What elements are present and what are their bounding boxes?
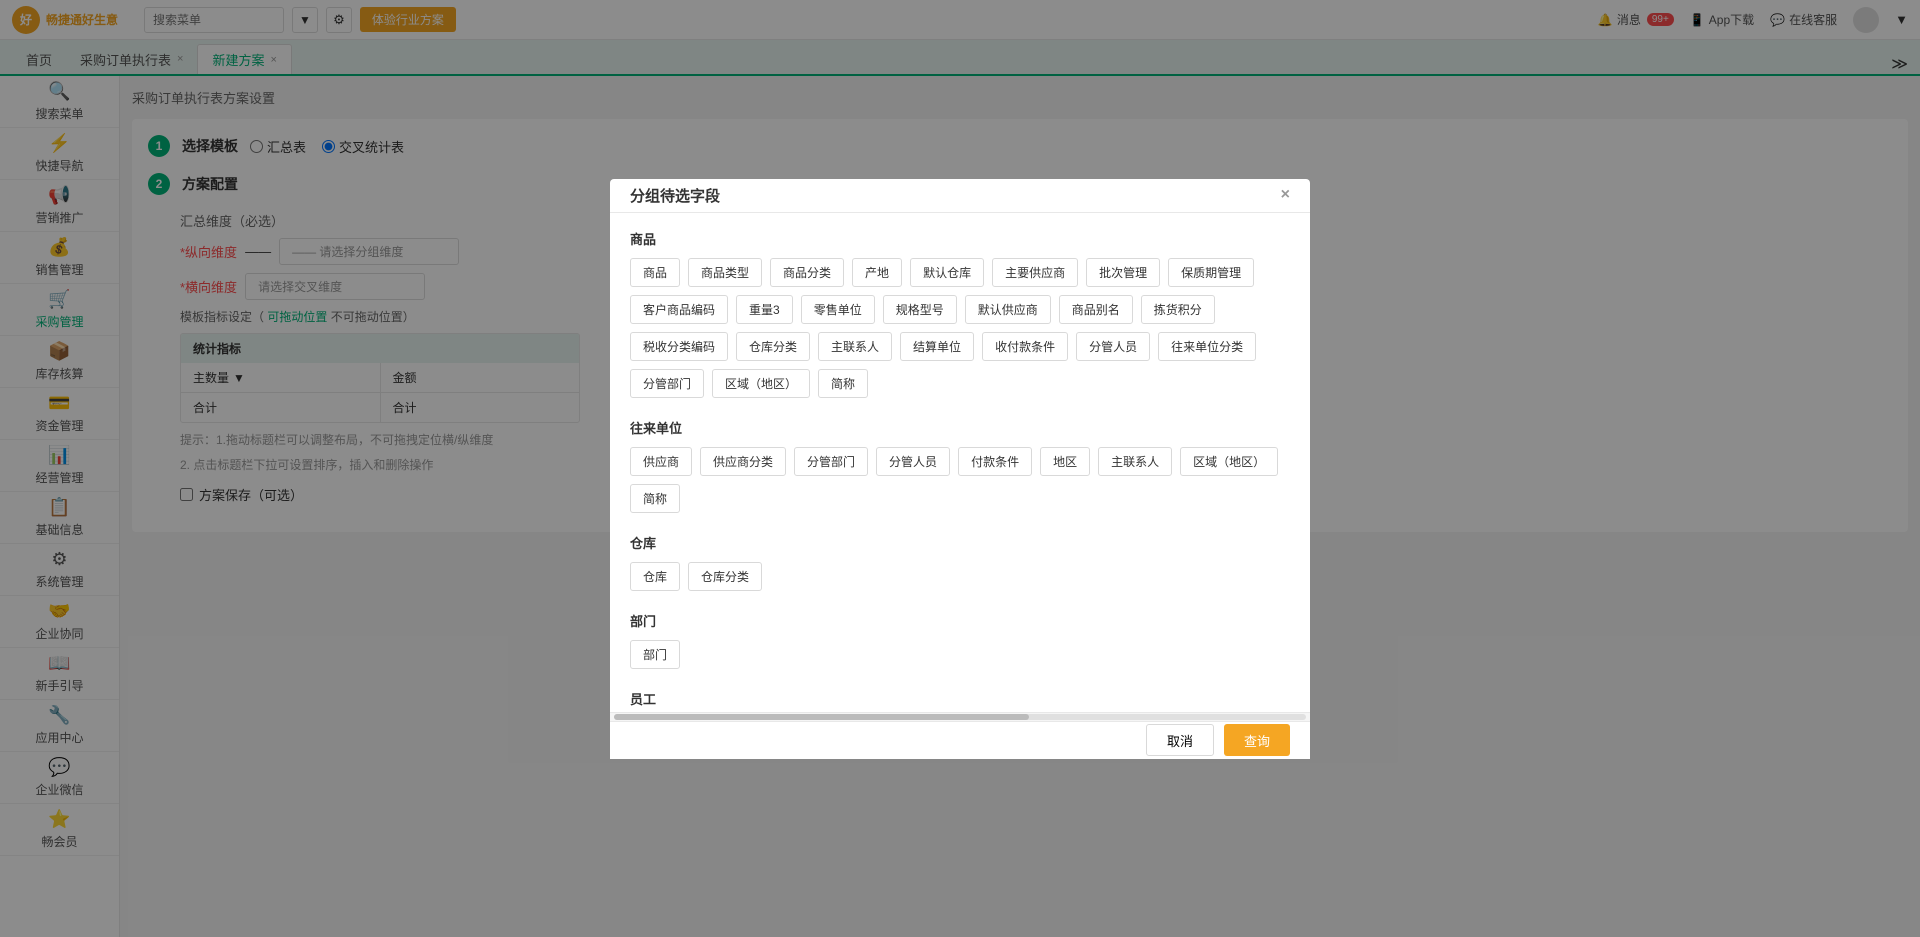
hscroll-track xyxy=(614,714,1306,720)
field-tag[interactable]: 收付款条件 xyxy=(982,332,1068,361)
warehouse-fields: 仓库 仓库分类 xyxy=(630,562,1290,591)
field-tag[interactable]: 零售单位 xyxy=(801,295,875,324)
field-tag[interactable]: 默认供应商 xyxy=(965,295,1051,324)
section-warehouse-title: 仓库 xyxy=(630,533,1290,552)
modal-body[interactable]: 商品 商品 商品类型 商品分类 产地 默认仓库 主要供应商 批次管理 保质期管理… xyxy=(610,213,1310,712)
field-tag[interactable]: 简称 xyxy=(818,369,868,398)
field-tag[interactable]: 地区 xyxy=(1040,447,1090,476)
cancel-button[interactable]: 取消 xyxy=(1146,724,1214,756)
field-tag[interactable]: 分管部门 xyxy=(630,369,704,398)
field-tag[interactable]: 分管部门 xyxy=(794,447,868,476)
hscroll-thumb xyxy=(614,714,1029,720)
field-tag[interactable]: 往来单位分类 xyxy=(1158,332,1256,361)
field-selection-modal: 分组待选字段 × 商品 商品 商品类型 商品分类 产地 默认仓库 主要供应商 批… xyxy=(610,179,1310,759)
field-tag[interactable]: 分管人员 xyxy=(876,447,950,476)
modal-title: 分组待选字段 xyxy=(630,185,720,206)
field-tag[interactable]: 供应商分类 xyxy=(700,447,786,476)
section-partner-title: 往来单位 xyxy=(630,418,1290,437)
section-employee-title: 员工 xyxy=(630,689,1290,708)
field-tag[interactable]: 简称 xyxy=(630,484,680,513)
field-tag[interactable]: 区域（地区） xyxy=(1180,447,1278,476)
field-tag[interactable]: 商品分类 xyxy=(770,258,844,287)
field-tag[interactable]: 仓库分类 xyxy=(688,562,762,591)
field-tag[interactable]: 重量3 xyxy=(736,295,793,324)
field-tag[interactable]: 主要供应商 xyxy=(992,258,1078,287)
field-tag[interactable]: 仓库 xyxy=(630,562,680,591)
field-tag[interactable]: 仓库分类 xyxy=(736,332,810,361)
modal-header: 分组待选字段 × xyxy=(610,179,1310,214)
field-tag[interactable]: 区域（地区） xyxy=(712,369,810,398)
field-tag[interactable]: 产地 xyxy=(852,258,902,287)
product-fields: 商品 商品类型 商品分类 产地 默认仓库 主要供应商 批次管理 保质期管理 客户… xyxy=(630,258,1290,398)
field-tag[interactable]: 客户商品编码 xyxy=(630,295,728,324)
field-tag[interactable]: 税收分类编码 xyxy=(630,332,728,361)
field-tag[interactable]: 分管人员 xyxy=(1076,332,1150,361)
section-employee: 员工 业务员 xyxy=(630,689,1290,712)
partner-fields: 供应商 供应商分类 分管部门 分管人员 付款条件 地区 主联系人 区域（地区） … xyxy=(630,447,1290,513)
modal-hscroll[interactable] xyxy=(610,712,1310,721)
confirm-button[interactable]: 查询 xyxy=(1224,724,1290,756)
field-tag[interactable]: 商品 xyxy=(630,258,680,287)
field-tag[interactable]: 商品别名 xyxy=(1059,295,1133,324)
field-tag[interactable]: 主联系人 xyxy=(818,332,892,361)
modal-overlay: 分组待选字段 × 商品 商品 商品类型 商品分类 产地 默认仓库 主要供应商 批… xyxy=(0,0,1920,937)
field-tag[interactable]: 结算单位 xyxy=(900,332,974,361)
field-tag[interactable]: 主联系人 xyxy=(1098,447,1172,476)
section-partner: 往来单位 供应商 供应商分类 分管部门 分管人员 付款条件 地区 主联系人 区域… xyxy=(630,418,1290,513)
department-fields: 部门 xyxy=(630,640,1290,669)
section-product: 商品 商品 商品类型 商品分类 产地 默认仓库 主要供应商 批次管理 保质期管理… xyxy=(630,229,1290,398)
field-tag[interactable]: 保质期管理 xyxy=(1168,258,1254,287)
section-department-title: 部门 xyxy=(630,611,1290,630)
field-tag[interactable]: 批次管理 xyxy=(1086,258,1160,287)
field-tag[interactable]: 供应商 xyxy=(630,447,692,476)
modal-close-button[interactable]: × xyxy=(1281,186,1290,204)
field-tag[interactable]: 规格型号 xyxy=(883,295,957,324)
field-tag[interactable]: 拣货积分 xyxy=(1141,295,1215,324)
section-warehouse: 仓库 仓库 仓库分类 xyxy=(630,533,1290,591)
section-department: 部门 部门 xyxy=(630,611,1290,669)
field-tag[interactable]: 默认仓库 xyxy=(910,258,984,287)
section-product-title: 商品 xyxy=(630,229,1290,248)
modal-footer: 取消 查询 xyxy=(610,721,1310,758)
field-tag[interactable]: 付款条件 xyxy=(958,447,1032,476)
field-tag[interactable]: 部门 xyxy=(630,640,680,669)
field-tag[interactable]: 商品类型 xyxy=(688,258,762,287)
